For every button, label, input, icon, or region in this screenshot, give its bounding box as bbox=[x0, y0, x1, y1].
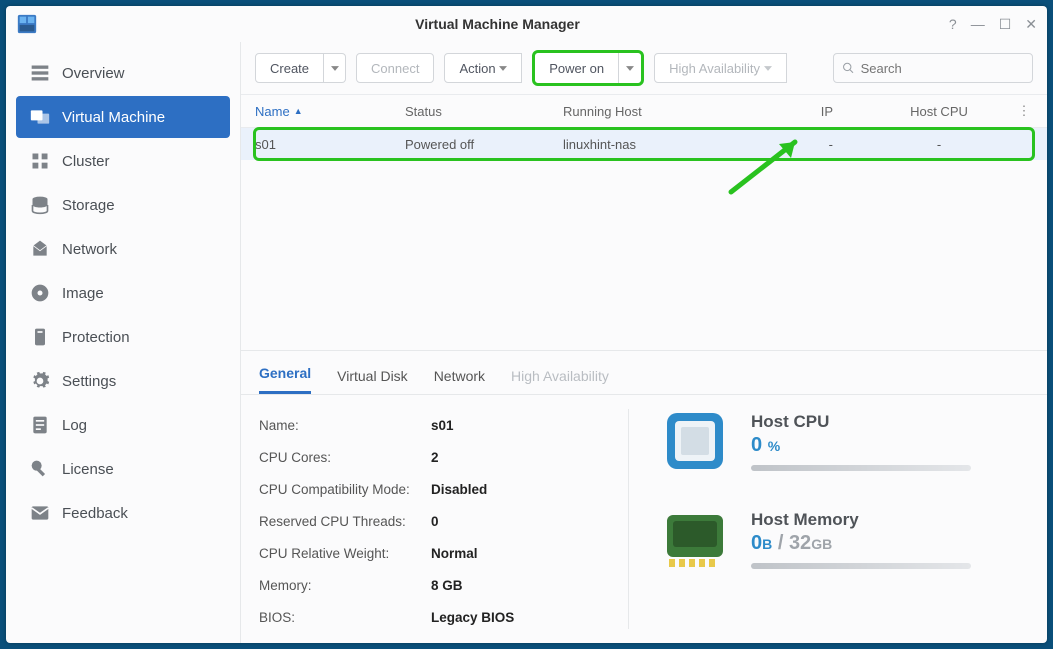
prop-value-cores: 2 bbox=[431, 450, 439, 465]
sidebar-item-virtual-machine[interactable]: Virtual Machine bbox=[16, 96, 230, 138]
stat-mem-total: 32 bbox=[789, 532, 811, 554]
search-input[interactable] bbox=[861, 61, 1024, 76]
sidebar-item-log[interactable]: Log bbox=[16, 404, 230, 446]
stat-mem-used-unit: B bbox=[762, 536, 772, 552]
cell-status: Powered off bbox=[405, 137, 563, 152]
ha-button[interactable]: High Availability bbox=[654, 53, 786, 83]
prop-value-compat: Disabled bbox=[431, 482, 487, 497]
prop-label-compat: CPU Compatibility Mode: bbox=[259, 482, 431, 497]
stat-cpu-title: Host CPU bbox=[751, 412, 1029, 432]
tab-general[interactable]: General bbox=[259, 365, 311, 394]
sidebar-item-label: Protection bbox=[62, 329, 130, 346]
table-row[interactable]: s01 Powered off linuxhint-nas - - bbox=[241, 128, 1047, 160]
sidebar-item-settings[interactable]: Settings bbox=[16, 360, 230, 402]
prop-value-resv: 0 bbox=[431, 514, 439, 529]
search-box[interactable] bbox=[833, 53, 1033, 83]
sidebar-item-network[interactable]: Network bbox=[16, 228, 230, 270]
power-on-dropdown[interactable] bbox=[619, 53, 641, 83]
sidebar-item-label: Virtual Machine bbox=[62, 109, 165, 126]
cell-name: s01 bbox=[255, 137, 405, 152]
connect-button[interactable]: Connect bbox=[356, 53, 434, 83]
power-on-button[interactable]: Power on bbox=[535, 53, 619, 83]
stat-cpu-bar bbox=[751, 465, 971, 471]
prop-label-bios: BIOS: bbox=[259, 610, 431, 625]
sidebar-item-label: Feedback bbox=[62, 505, 128, 522]
maximize-icon[interactable]: ☐ bbox=[999, 16, 1012, 33]
cell-ip: - bbox=[713, 137, 863, 152]
sidebar-item-overview[interactable]: Overview bbox=[16, 52, 230, 94]
sidebar-item-label: Storage bbox=[62, 197, 115, 214]
stat-mem-title: Host Memory bbox=[751, 510, 1029, 530]
prop-label-mem: Memory: bbox=[259, 578, 431, 593]
minimize-icon[interactable]: — bbox=[971, 16, 985, 33]
stat-mem-total-unit: GB bbox=[811, 536, 832, 552]
sidebar-item-label: Cluster bbox=[62, 153, 110, 170]
col-header-name[interactable]: Name▲ bbox=[255, 104, 405, 119]
stat-mem-used: 0 bbox=[751, 532, 762, 554]
tab-network[interactable]: Network bbox=[434, 368, 485, 394]
sidebar-item-label: Settings bbox=[62, 373, 116, 390]
create-button[interactable]: Create bbox=[255, 53, 324, 83]
col-header-host[interactable]: Running Host bbox=[563, 104, 713, 119]
col-header-status[interactable]: Status bbox=[405, 104, 563, 119]
sidebar-item-label: Image bbox=[62, 285, 104, 302]
stat-cpu-value: 0 bbox=[751, 434, 762, 456]
tab-ha[interactable]: High Availability bbox=[511, 368, 609, 394]
col-header-menu-icon[interactable]: ⋮ bbox=[1015, 103, 1033, 119]
help-icon[interactable]: ? bbox=[949, 16, 957, 33]
sidebar-item-image[interactable]: Image bbox=[16, 272, 230, 314]
sidebar-item-protection[interactable]: Protection bbox=[16, 316, 230, 358]
tab-virtual-disk[interactable]: Virtual Disk bbox=[337, 368, 408, 394]
prop-value-name: s01 bbox=[431, 418, 454, 433]
cpu-icon bbox=[663, 409, 727, 473]
app-icon bbox=[16, 13, 38, 35]
prop-label-cores: CPU Cores: bbox=[259, 450, 431, 465]
sidebar-item-cluster[interactable]: Cluster bbox=[16, 140, 230, 182]
cell-cpu: - bbox=[863, 137, 1015, 152]
sort-asc-icon: ▲ bbox=[294, 106, 303, 116]
col-header-ip[interactable]: IP bbox=[713, 104, 863, 119]
memory-icon bbox=[663, 507, 727, 571]
col-header-cpu[interactable]: Host CPU bbox=[863, 104, 1015, 119]
search-icon bbox=[842, 61, 855, 75]
prop-value-mem: 8 GB bbox=[431, 578, 463, 593]
create-dropdown[interactable] bbox=[324, 53, 346, 83]
prop-label-name: Name: bbox=[259, 418, 431, 433]
sidebar-item-label: Network bbox=[62, 241, 117, 258]
sidebar-item-storage[interactable]: Storage bbox=[16, 184, 230, 226]
sidebar-item-label: Log bbox=[62, 417, 87, 434]
prop-value-rhost: linuxhint-nas bbox=[431, 642, 515, 644]
prop-label-resv: Reserved CPU Threads: bbox=[259, 514, 431, 529]
stat-mem-bar bbox=[751, 563, 971, 569]
prop-value-bios: Legacy BIOS bbox=[431, 610, 514, 625]
prop-value-weight: Normal bbox=[431, 546, 478, 561]
sidebar-item-label: License bbox=[62, 461, 114, 478]
cell-host: linuxhint-nas bbox=[563, 137, 713, 152]
action-button[interactable]: Action bbox=[444, 53, 522, 83]
prop-label-weight: CPU Relative Weight: bbox=[259, 546, 431, 561]
sidebar-item-label: Overview bbox=[62, 65, 125, 82]
close-icon[interactable]: ✕ bbox=[1025, 16, 1037, 33]
sidebar-item-license[interactable]: License bbox=[16, 448, 230, 490]
window-title: Virtual Machine Manager bbox=[46, 16, 949, 32]
sidebar-item-feedback[interactable]: Feedback bbox=[16, 492, 230, 534]
stat-cpu-unit: % bbox=[768, 438, 780, 454]
prop-label-rhost: Running Host: bbox=[259, 642, 431, 644]
